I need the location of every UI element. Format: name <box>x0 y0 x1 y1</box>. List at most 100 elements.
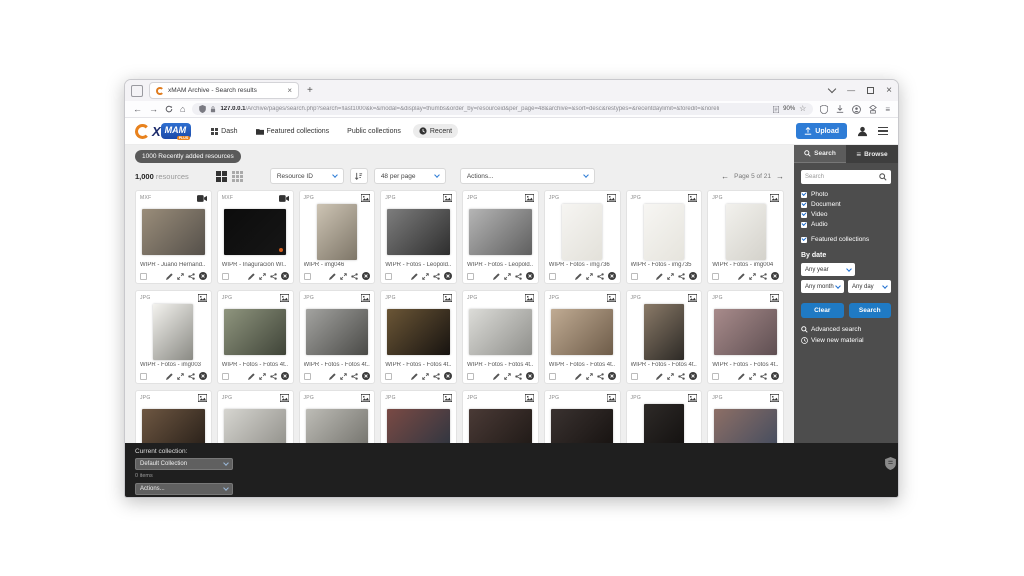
share-icon[interactable] <box>596 372 604 380</box>
expand-icon[interactable] <box>585 272 593 280</box>
prev-page-arrow[interactable]: ← <box>721 172 729 181</box>
tab-history-icon[interactable] <box>131 84 143 97</box>
thumbnail-image[interactable] <box>223 409 287 443</box>
nav-dash[interactable]: Dash <box>205 125 243 138</box>
search-icon[interactable] <box>879 173 887 181</box>
share-icon[interactable] <box>433 372 440 380</box>
resource-card[interactable]: JPG <box>135 390 212 443</box>
resource-card[interactable]: JPG WIPR - img046 <box>298 190 376 284</box>
checkbox-checked-icon[interactable] <box>801 201 807 208</box>
collection-actions-select[interactable]: Actions... <box>135 483 233 495</box>
resource-title[interactable]: WIPR - Fotos - Fotos 4t.. <box>467 362 534 370</box>
forward-button[interactable]: → <box>149 104 158 114</box>
share-icon[interactable] <box>760 372 767 380</box>
home-icon[interactable]: ⌂ <box>180 104 185 114</box>
checkbox-checked-icon[interactable] <box>801 236 807 243</box>
thumbnail-area[interactable] <box>304 303 371 361</box>
resource-card[interactable]: JPG WIPR - Fotos - Fotos 4t.. <box>543 290 621 384</box>
checkbox-checked-icon[interactable] <box>801 221 807 228</box>
thumbnail-image[interactable] <box>643 404 684 443</box>
zoom-level[interactable]: 90% <box>783 106 795 112</box>
resource-card[interactable]: JPG <box>298 390 376 443</box>
edit-pencil-icon[interactable] <box>656 272 663 280</box>
share-icon[interactable] <box>188 372 195 380</box>
back-button[interactable]: ← <box>133 104 142 114</box>
edit-pencil-icon[interactable] <box>247 372 255 380</box>
expand-icon[interactable] <box>504 272 511 280</box>
nav-featured-collections[interactable]: Featured collections <box>250 125 336 138</box>
thumbnail-image[interactable] <box>469 409 532 443</box>
thumbnail-image[interactable] <box>223 309 287 355</box>
browser-tab[interactable]: xMAM Archive - Search results × <box>149 82 299 99</box>
share-icon[interactable] <box>760 272 767 280</box>
thumbnail-image[interactable] <box>550 309 614 355</box>
edit-pencil-icon[interactable] <box>165 272 173 280</box>
expand-icon[interactable] <box>340 372 347 380</box>
resource-card[interactable]: JPG WIPR - Fotos - Fotos 4t.. <box>216 290 294 384</box>
resource-title[interactable]: WIPR - Fotos - img736 <box>549 262 616 270</box>
year-select[interactable]: Any year <box>801 263 855 276</box>
select-checkbox[interactable] <box>467 372 474 380</box>
edit-pencil-icon[interactable] <box>411 272 418 280</box>
month-select[interactable]: Any month <box>801 280 844 293</box>
thumbnail-area[interactable] <box>222 203 289 261</box>
thumbnail-image[interactable] <box>469 309 532 355</box>
select-checkbox[interactable] <box>385 372 393 380</box>
thumbnail-image[interactable] <box>223 209 287 255</box>
remove-circle-icon[interactable] <box>607 372 616 380</box>
resource-card[interactable]: JPG WIPR - Fotos - img004 <box>707 190 784 284</box>
remove-circle-icon[interactable] <box>525 372 534 380</box>
remove-circle-icon[interactable] <box>525 272 534 280</box>
share-icon[interactable] <box>351 272 358 280</box>
thumbnail-area[interactable] <box>304 403 371 443</box>
view-large-icon[interactable] <box>247 170 260 183</box>
extension-icon[interactable] <box>869 104 878 114</box>
resource-title[interactable]: WIPR - Fotos - Fotos 4t.. <box>385 362 452 370</box>
view-list-icon[interactable] <box>231 170 244 183</box>
advanced-search-link[interactable]: Advanced search <box>801 326 891 333</box>
thumbnail-area[interactable] <box>712 203 779 261</box>
edit-pencil-icon[interactable] <box>329 372 336 380</box>
resource-title[interactable]: WIPR - Inaguración WI.. <box>222 262 289 270</box>
thumbnail-area[interactable] <box>467 303 534 361</box>
thumbnail-image[interactable] <box>714 409 777 443</box>
select-checkbox[interactable] <box>140 372 147 380</box>
select-checkbox[interactable] <box>630 372 638 380</box>
resource-title[interactable]: WIPR - Fotos - Fotos 4t.. <box>304 362 371 370</box>
select-checkbox[interactable] <box>712 272 720 280</box>
thumbnail-image[interactable] <box>316 204 357 260</box>
collection-context-badge[interactable]: 1000 Recently added resources <box>135 150 241 163</box>
resource-card[interactable]: MXF WIPR - Juano Hernand.. <box>135 190 212 284</box>
edit-pencil-icon[interactable] <box>329 272 336 280</box>
resource-card[interactable]: JPG <box>216 390 294 443</box>
edit-pencil-icon[interactable] <box>492 272 500 280</box>
remove-circle-icon[interactable] <box>771 272 779 280</box>
select-checkbox[interactable] <box>467 272 474 280</box>
thumbnail-image[interactable] <box>387 209 450 255</box>
resource-card[interactable]: JPG WIPR - Fotos - Fotos 4t.. <box>625 290 703 384</box>
nav-public-collections[interactable]: Public collections <box>341 125 407 138</box>
filter-document[interactable]: Document <box>801 201 891 208</box>
select-checkbox[interactable] <box>140 272 147 280</box>
select-checkbox[interactable] <box>221 272 229 280</box>
resource-title[interactable]: WIPR - Fotos - img004 <box>712 262 779 270</box>
expand-icon[interactable] <box>340 272 347 280</box>
resource-title[interactable]: WIPR - Fotos - img003 <box>140 362 207 370</box>
shield-overlay-icon[interactable] <box>885 457 896 470</box>
share-icon[interactable] <box>596 272 604 280</box>
downloads-icon[interactable] <box>836 104 844 114</box>
select-checkbox[interactable] <box>712 372 720 380</box>
resource-title[interactable]: WIPR - img046 <box>304 262 371 270</box>
resource-card[interactable]: JPG WIPR - Fotos - Fotos 4t.. <box>298 290 376 384</box>
view-small-icon[interactable] <box>199 170 212 183</box>
thumbnail-image[interactable] <box>469 209 532 255</box>
share-icon[interactable] <box>515 372 522 380</box>
tracking-shield-icon[interactable] <box>199 105 207 113</box>
thumbnail-image[interactable] <box>714 309 777 355</box>
restore-button[interactable] <box>867 87 875 94</box>
share-icon[interactable] <box>269 272 277 280</box>
sort-direction-button[interactable] <box>349 168 368 184</box>
app-logo[interactable]: X MAM PLUS <box>135 123 192 140</box>
thumbnail-area[interactable] <box>385 203 452 261</box>
thumbnail-area[interactable] <box>385 403 452 443</box>
